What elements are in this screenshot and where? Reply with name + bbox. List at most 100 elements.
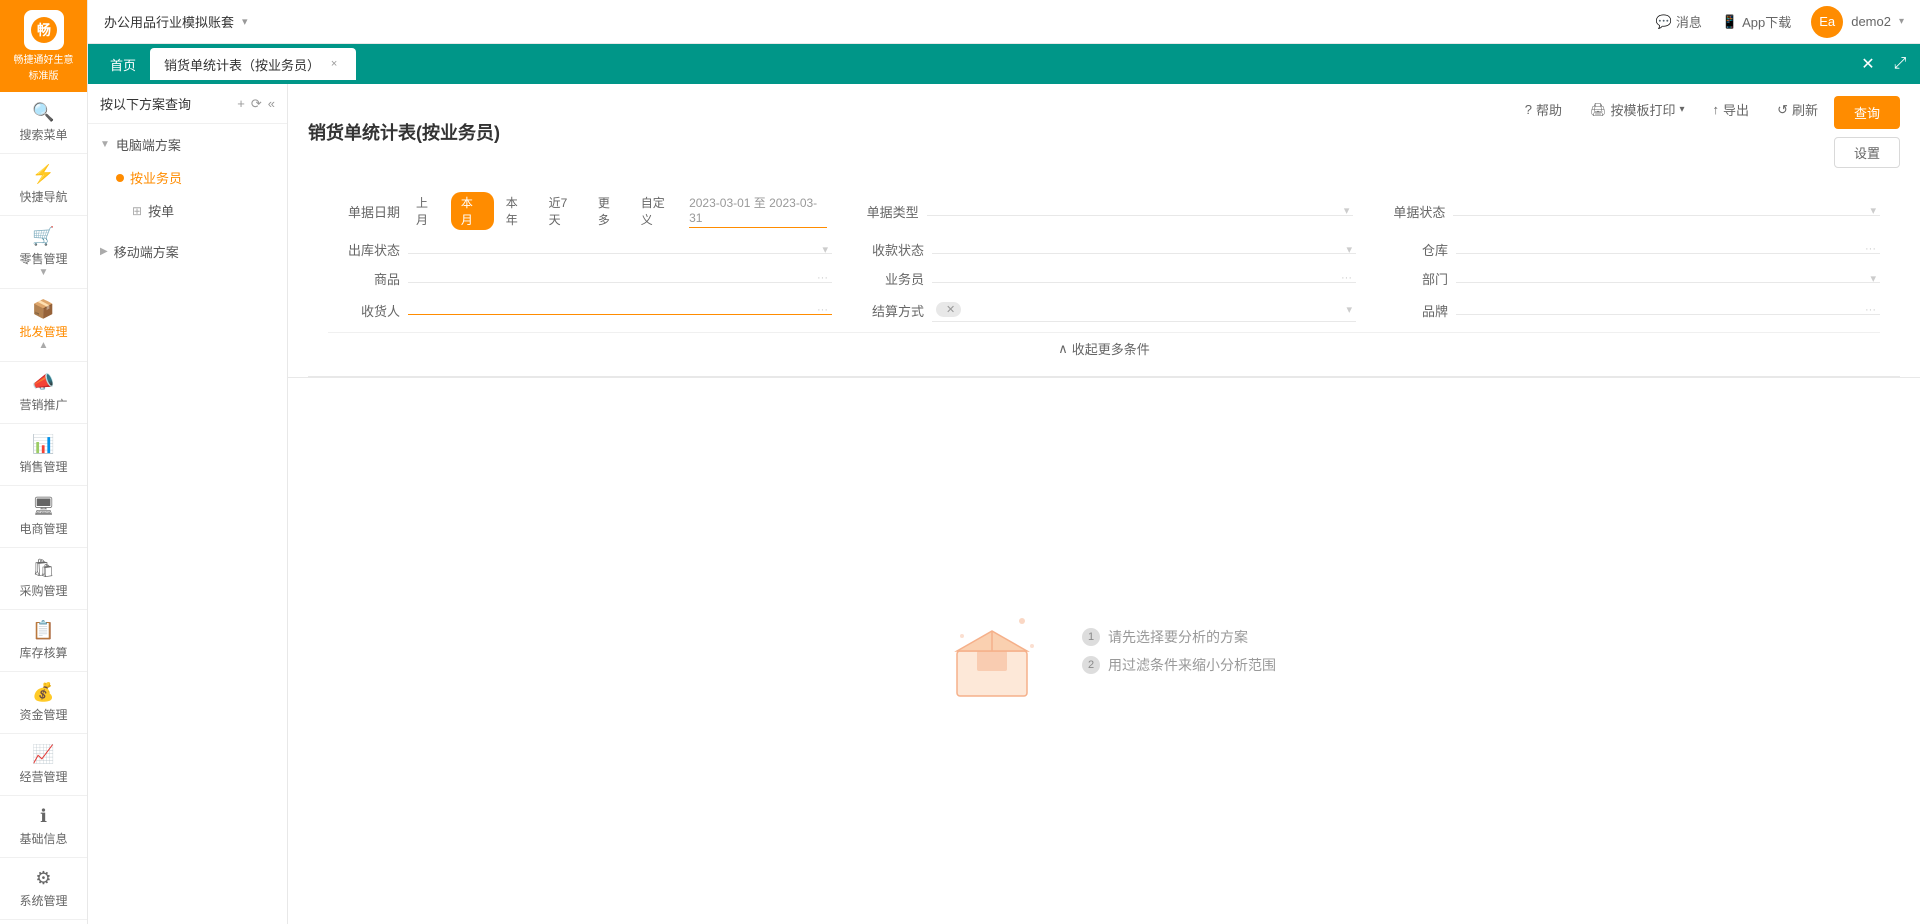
warehouse-control[interactable]: ··· — [1456, 245, 1880, 254]
app-download-action[interactable]: 📱 App下载 — [1722, 12, 1791, 31]
refresh-scheme-button[interactable]: ⟳ — [251, 96, 262, 112]
avatar-initials: Ea — [1819, 14, 1835, 29]
sidebar-item-label: 电商管理 — [19, 520, 67, 537]
marketing-icon: 📣 — [32, 372, 54, 393]
sidebar-item-label: 经营管理 — [19, 768, 67, 785]
date-range-value[interactable]: 2023-03-01 至 2023-03-31 — [689, 194, 827, 228]
sidebar-item-label: 采购管理 — [19, 582, 67, 599]
out-dropdown-icon: ▾ — [822, 243, 828, 256]
receipt-dropdown-icon: ▾ — [1346, 243, 1352, 256]
empty-illustration — [932, 591, 1052, 711]
status-label: 单据状态 — [1373, 202, 1453, 221]
sidebar-item-inventory[interactable]: 📋 库存核算 — [0, 610, 87, 672]
retail-icon: 🛒 — [32, 226, 54, 247]
date-label: 单据日期 — [328, 202, 408, 221]
payment-control[interactable]: ✕ ▾ — [932, 298, 1356, 322]
tab-home[interactable]: 首页 — [96, 48, 150, 80]
right-content: 销货单统计表(按业务员) ? 帮助 🖨 按模板打印 ▾ — [288, 84, 1920, 924]
out-control[interactable]: ▾ — [408, 245, 832, 254]
query-button[interactable]: 查询 — [1834, 96, 1900, 129]
type-control[interactable]: ▾ — [927, 207, 1354, 216]
panel-actions: + ⟳ « — [237, 96, 275, 112]
logo-icon: 畅 — [24, 10, 64, 50]
company-name: 办公用品行业模拟账套 — [104, 12, 234, 31]
add-scheme-button[interactable]: + — [237, 96, 245, 112]
sidebar-item-finance[interactable]: 💰 资金管理 — [0, 672, 87, 734]
export-label: 导出 — [1723, 100, 1749, 119]
scheme-mobile-arrow-icon: ▶ — [100, 246, 108, 257]
app-icon: 📱 — [1722, 14, 1738, 30]
tab-active[interactable]: 销货单统计表（按业务员） × — [150, 48, 356, 80]
sidebar-item-sales[interactable]: 📊 销售管理 — [0, 424, 87, 486]
home-tab-label: 首页 — [110, 55, 136, 74]
active-dot-icon — [116, 174, 124, 182]
export-button[interactable]: ↑ 导出 — [1705, 96, 1758, 123]
sidebar-item-collab[interactable]: 🤝 企业协同 — [0, 920, 87, 924]
wholesale-icon: 📦 — [32, 299, 54, 320]
header-left: 办公用品行业模拟账套 ▾ — [104, 12, 248, 31]
help-label: 帮助 — [1536, 100, 1562, 119]
receipt-control[interactable]: ▾ — [932, 245, 1356, 254]
sales-icon: 📊 — [32, 434, 54, 455]
active-tab-label: 销货单统计表（按业务员） — [164, 55, 320, 74]
user-action[interactable]: Ea demo2 ▾ — [1811, 6, 1904, 38]
print-button[interactable]: 🖨 按模板打印 ▾ — [1582, 96, 1693, 123]
date-tab-this-month[interactable]: 本月 — [451, 192, 494, 230]
date-tab-custom[interactable]: 自定义 — [633, 192, 683, 230]
scheme-by-salesman[interactable]: 按业务员 — [88, 161, 287, 194]
date-tab-last-month[interactable]: 上月 — [408, 192, 447, 230]
sidebar-item-ecommerce[interactable]: 🖥 电商管理 — [0, 486, 87, 548]
filter-area: 单据日期 上月 本月 本年 近7天 更多 自定义 2023-03-01 至 20… — [308, 180, 1900, 377]
tab-close-button[interactable]: × — [326, 56, 342, 72]
refresh-label: 刷新 — [1792, 100, 1818, 119]
payment-tag-close-icon[interactable]: ✕ — [946, 303, 955, 316]
receiver-control[interactable]: ··· — [408, 306, 832, 315]
sidebar-item-system[interactable]: ⚙ 系统管理 — [0, 858, 87, 920]
sidebar-item-search[interactable]: 🔍 搜索菜单 — [0, 92, 87, 154]
refresh-button[interactable]: ↺ 刷新 — [1769, 96, 1826, 123]
sidebar-item-wholesale[interactable]: 📦 批发管理 ▲ — [0, 289, 87, 362]
sidebar-item-purchase[interactable]: 🛍 采购管理 — [0, 548, 87, 610]
sidebar-item-operations[interactable]: 📈 经营管理 — [0, 734, 87, 796]
dept-control[interactable]: ▾ — [1456, 274, 1880, 283]
sidebar-item-marketing[interactable]: 📣 营销推广 — [0, 362, 87, 424]
sidebar-item-retail[interactable]: 🛒 零售管理 ▼ — [0, 216, 87, 289]
sidebar-item-nav[interactable]: ⚡ 快捷导航 — [0, 154, 87, 216]
message-action[interactable]: 💬 消息 — [1656, 12, 1702, 31]
collapse-label: 收起更多条件 — [1072, 339, 1150, 358]
sidebar-item-label: 搜索菜单 — [19, 126, 67, 143]
date-tab-this-year[interactable]: 本年 — [498, 192, 537, 230]
date-tabs: 上月 本月 本年 近7天 更多 自定义 — [408, 192, 683, 230]
scheme-mobile-header[interactable]: ▶ 移动端方案 — [88, 235, 287, 268]
tab-close-window-button[interactable]: ✕ — [1856, 52, 1880, 76]
svg-text:畅: 畅 — [37, 22, 51, 38]
date-tab-more[interactable]: 更多 — [590, 192, 629, 230]
refresh-icon: ↺ — [1777, 102, 1788, 118]
scheme-desktop-header[interactable]: ▼ 电脑端方案 — [88, 128, 287, 161]
payment-label: 结算方式 — [852, 301, 932, 320]
dept-label: 部门 — [1376, 269, 1456, 288]
purchase-icon: 🛍 — [32, 558, 55, 579]
payment-tag[interactable]: ✕ — [936, 302, 961, 317]
brand-label: 品牌 — [1376, 301, 1456, 320]
scheme-order-label: 按单 — [148, 201, 174, 220]
help-button[interactable]: ? 帮助 — [1517, 96, 1570, 123]
page-title-row: 销货单统计表(按业务员) ? 帮助 🖨 按模板打印 ▾ — [308, 96, 1900, 168]
goods-control[interactable]: ··· — [408, 274, 832, 283]
collapse-button[interactable]: ∧ 收起更多条件 — [328, 332, 1880, 364]
expand-icon: ▼ — [39, 267, 49, 278]
content-area: 按以下方案查询 + ⟳ « ▼ 电脑端方案 按业务员 ⊞ 按单 — [88, 84, 1920, 924]
tab-expand-button[interactable]: ⤢ — [1888, 52, 1912, 76]
message-icon: 💬 — [1656, 14, 1672, 30]
collapse-panel-button[interactable]: « — [268, 96, 275, 112]
date-tab-7days[interactable]: 近7天 — [541, 192, 586, 230]
warehouse-ellipsis-icon: ··· — [1865, 243, 1876, 255]
salesman-control[interactable]: ··· — [932, 274, 1356, 283]
status-control[interactable]: ▾ — [1453, 207, 1880, 216]
brand-control[interactable]: ··· — [1456, 306, 1880, 315]
dropdown-arrow-icon[interactable]: ▾ — [242, 15, 248, 28]
setting-button[interactable]: 设置 — [1834, 137, 1900, 168]
scheme-by-order[interactable]: ⊞ 按单 — [88, 194, 287, 227]
empty-text: 1 请先选择要分析的方案 2 用过滤条件来缩小分析范围 — [1082, 627, 1276, 675]
sidebar-item-basics[interactable]: ℹ 基础信息 — [0, 796, 87, 858]
